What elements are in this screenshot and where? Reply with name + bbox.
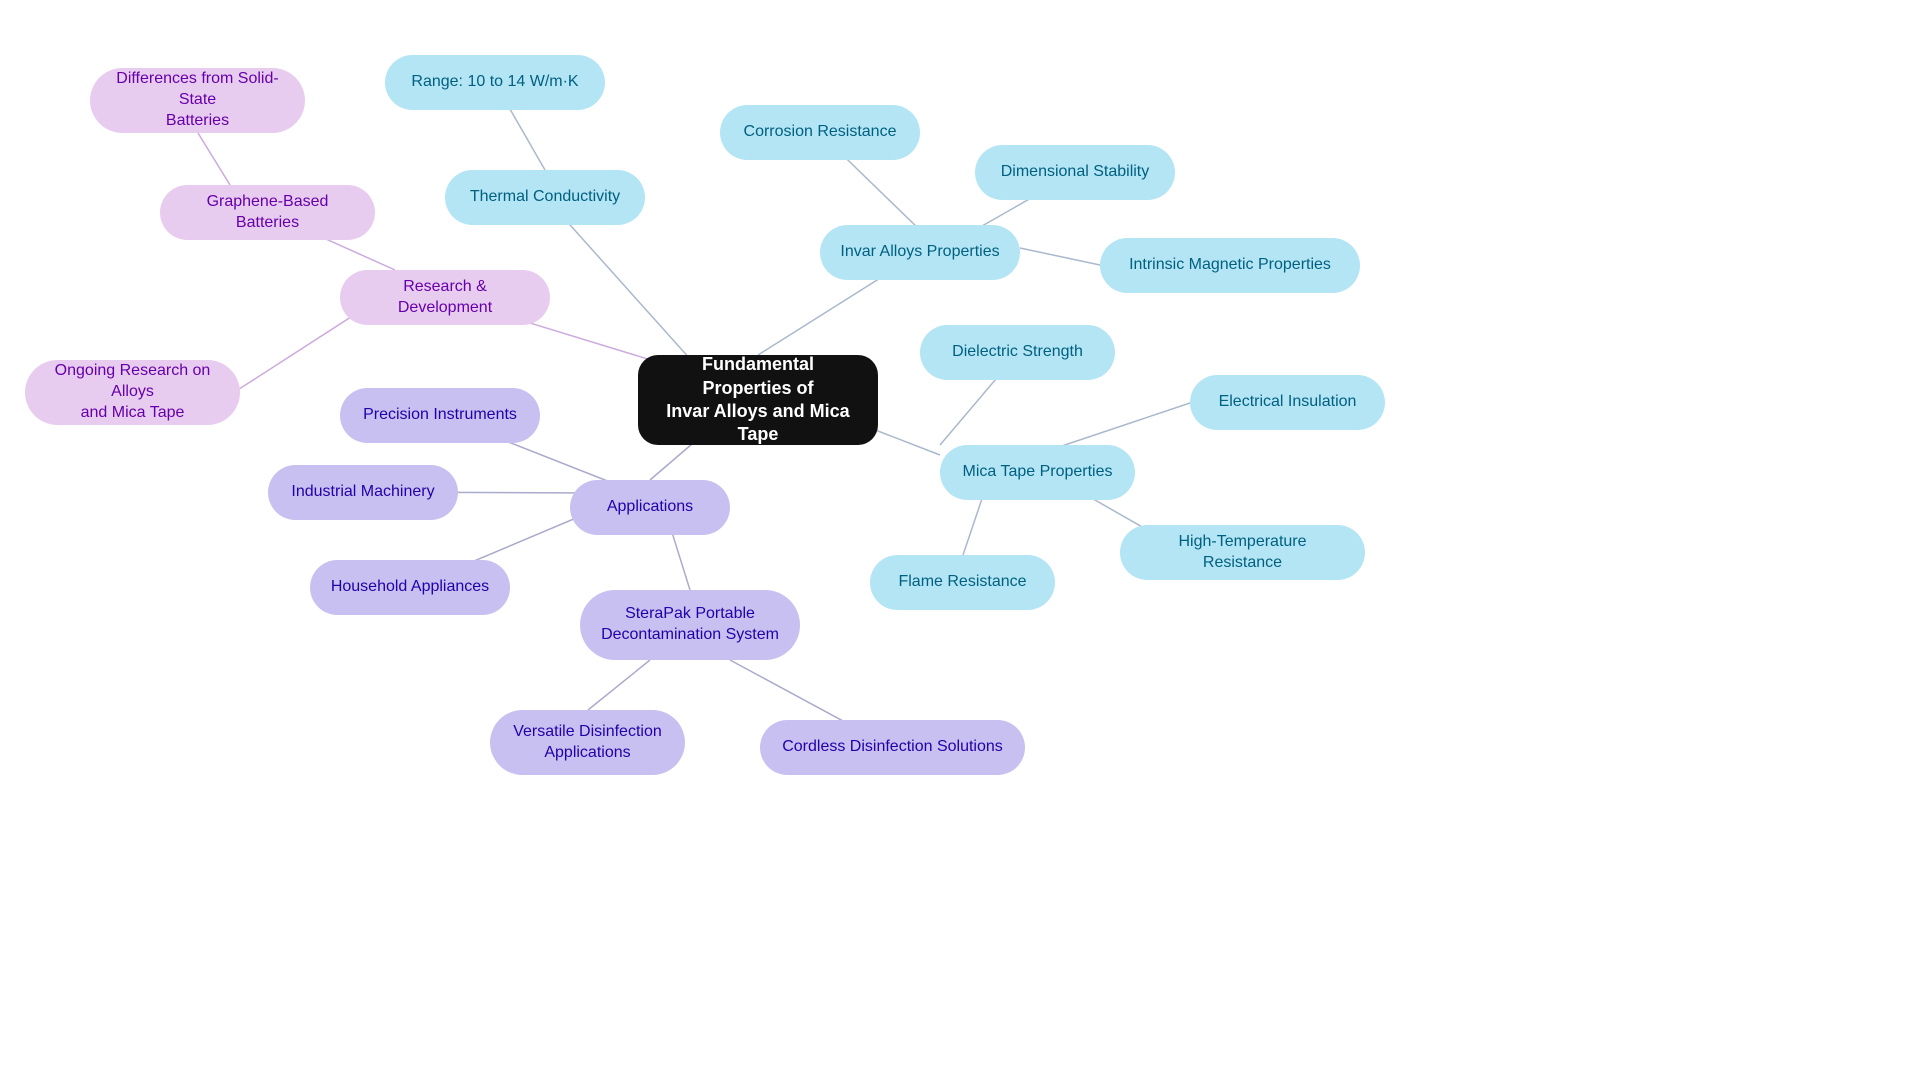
electrical-insulation-node: Electrical Insulation	[1190, 375, 1385, 430]
corrosion-resistance-node: Corrosion Resistance	[720, 105, 920, 160]
intrinsic-magnetic-label: Intrinsic Magnetic Properties	[1129, 255, 1331, 276]
precision-instruments-label: Precision Instruments	[363, 405, 517, 426]
research-dev-node: Research & Development	[340, 270, 550, 325]
electrical-insulation-label: Electrical Insulation	[1219, 392, 1357, 413]
versatile-disinfection-node: Versatile Disinfection Applications	[490, 710, 685, 775]
ongoing-research-node: Ongoing Research on Alloys and Mica Tape	[25, 360, 240, 425]
industrial-machinery-node: Industrial Machinery	[268, 465, 458, 520]
intrinsic-magnetic-node: Intrinsic Magnetic Properties	[1100, 238, 1360, 293]
sterapak-node: SteraPak Portable Decontamination System	[580, 590, 800, 660]
range-thermal-node: Range: 10 to 14 W/m·K	[385, 55, 605, 110]
applications-label: Applications	[607, 497, 693, 518]
corrosion-resistance-label: Corrosion Resistance	[744, 122, 897, 143]
dimensional-stability-node: Dimensional Stability	[975, 145, 1175, 200]
versatile-disinfection-label: Versatile Disinfection Applications	[513, 722, 662, 764]
graphene-batteries-label: Graphene-Based Batteries	[180, 192, 355, 234]
household-appliances-label: Household Appliances	[331, 577, 489, 598]
sterapak-label: SteraPak Portable Decontamination System	[601, 604, 779, 646]
thermal-conductivity-label: Thermal Conductivity	[470, 187, 620, 208]
differences-batteries-label: Differences from Solid-State Batteries	[110, 69, 285, 131]
center-node: Fundamental Properties of Invar Alloys a…	[638, 355, 878, 445]
high-temp-resistance-node: High-Temperature Resistance	[1120, 525, 1365, 580]
ongoing-research-label: Ongoing Research on Alloys and Mica Tape	[45, 361, 220, 423]
dimensional-stability-label: Dimensional Stability	[1001, 162, 1150, 183]
dielectric-strength-node: Dielectric Strength	[920, 325, 1115, 380]
graphene-batteries-node: Graphene-Based Batteries	[160, 185, 375, 240]
precision-instruments-node: Precision Instruments	[340, 388, 540, 443]
high-temp-resistance-label: High-Temperature Resistance	[1140, 532, 1345, 574]
center-label: Fundamental Properties of Invar Alloys a…	[658, 353, 858, 447]
research-dev-label: Research & Development	[360, 277, 530, 319]
mica-tape-properties-node: Mica Tape Properties	[940, 445, 1135, 500]
range-thermal-label: Range: 10 to 14 W/m·K	[411, 72, 578, 93]
cordless-disinfection-label: Cordless Disinfection Solutions	[782, 737, 1003, 758]
flame-resistance-label: Flame Resistance	[898, 572, 1026, 593]
applications-node: Applications	[570, 480, 730, 535]
household-appliances-node: Household Appliances	[310, 560, 510, 615]
dielectric-strength-label: Dielectric Strength	[952, 342, 1083, 363]
cordless-disinfection-node: Cordless Disinfection Solutions	[760, 720, 1025, 775]
mica-tape-properties-label: Mica Tape Properties	[963, 462, 1113, 483]
invar-properties-node: Invar Alloys Properties	[820, 225, 1020, 280]
differences-batteries-node: Differences from Solid-State Batteries	[90, 68, 305, 133]
invar-properties-label: Invar Alloys Properties	[840, 242, 999, 263]
industrial-machinery-label: Industrial Machinery	[291, 482, 434, 503]
thermal-conductivity-node: Thermal Conductivity	[445, 170, 645, 225]
flame-resistance-node: Flame Resistance	[870, 555, 1055, 610]
